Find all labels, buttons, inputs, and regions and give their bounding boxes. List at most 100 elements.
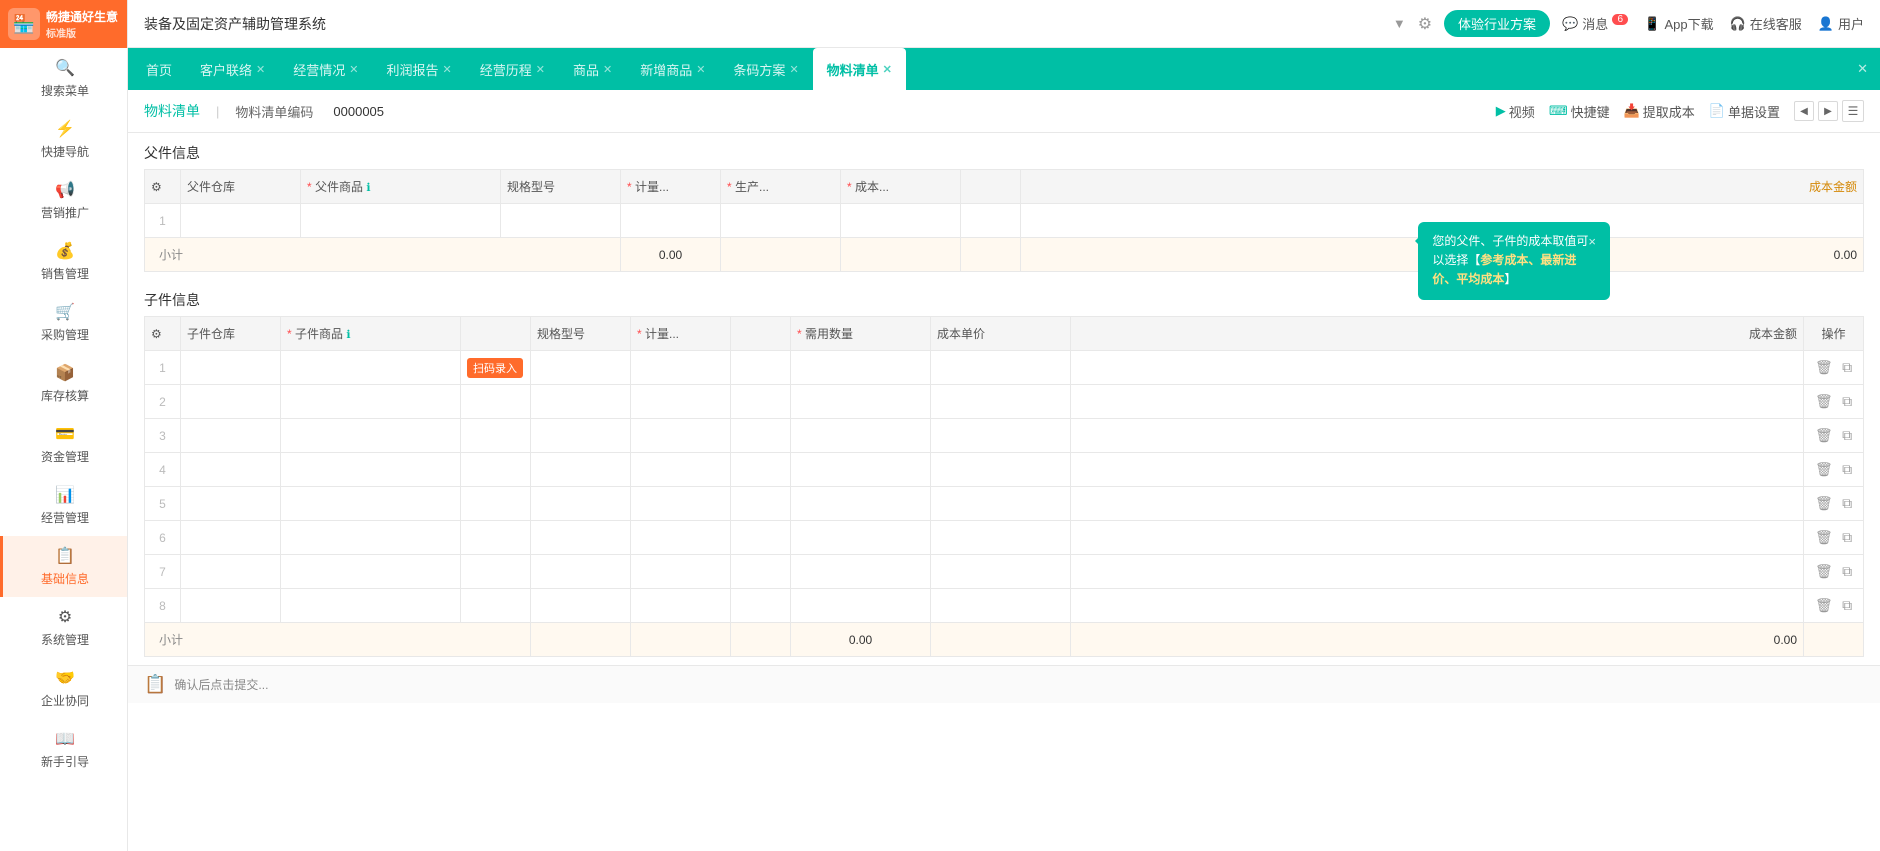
child-warehouse-3[interactable]	[181, 419, 281, 453]
child-unit-1[interactable]	[631, 351, 731, 385]
tab-6[interactable]: 新增商品 ✕	[626, 48, 719, 90]
child-extra-5[interactable]	[731, 487, 791, 521]
child-unitprice-8[interactable]	[931, 589, 1071, 623]
tab-0[interactable]: 首页	[132, 48, 186, 90]
sidebar-item-sales[interactable]: 💰销售管理	[0, 231, 127, 292]
tab-8[interactable]: 物料清单 ✕	[813, 48, 906, 90]
sidebar-item-finance[interactable]: 💳资金管理	[0, 414, 127, 475]
child-unitprice-6[interactable]	[931, 521, 1071, 555]
child-unit-5[interactable]	[631, 487, 731, 521]
parent-warehouse-1[interactable]	[181, 204, 301, 238]
child-spec-5[interactable]	[531, 487, 631, 521]
child-copy-btn-3[interactable]: ⧉	[1839, 425, 1855, 446]
tab-close-2[interactable]: ✕	[349, 63, 358, 76]
tab-close-3[interactable]: ✕	[443, 63, 452, 76]
breadcrumb-link[interactable]: 物料清单	[144, 101, 200, 121]
sidebar-item-search[interactable]: 🔍搜索菜单	[0, 48, 127, 109]
child-product-6[interactable]	[281, 521, 461, 555]
tab-4[interactable]: 经营历程 ✕	[466, 48, 559, 90]
child-warehouse-4[interactable]	[181, 453, 281, 487]
child-unit-4[interactable]	[631, 453, 731, 487]
parent-unit-1[interactable]	[621, 204, 721, 238]
child-quantity-8[interactable]	[791, 589, 931, 623]
child-spec-3[interactable]	[531, 419, 631, 453]
child-unit-8[interactable]	[631, 589, 731, 623]
app-download-action[interactable]: 📱 App下载	[1644, 14, 1713, 33]
child-unit-6[interactable]	[631, 521, 731, 555]
child-product-3[interactable]	[281, 419, 461, 453]
child-spec-8[interactable]	[531, 589, 631, 623]
tab-3[interactable]: 利润报告 ✕	[372, 48, 465, 90]
child-quantity-5[interactable]	[791, 487, 931, 521]
parent-produce-1[interactable]	[721, 204, 841, 238]
child-unitprice-1[interactable]	[931, 351, 1071, 385]
child-warehouse-1[interactable]	[181, 351, 281, 385]
tab-1[interactable]: 客户联络 ✕	[186, 48, 279, 90]
extract-cost-action[interactable]: 📥 提取成本	[1624, 102, 1695, 121]
child-product-4[interactable]	[281, 453, 461, 487]
tab-close-8[interactable]: ✕	[883, 63, 892, 76]
parent-product-1[interactable]	[301, 204, 501, 238]
child-copy-btn-5[interactable]: ⧉	[1839, 493, 1855, 514]
sidebar-item-system[interactable]: ⚙系统管理	[0, 597, 127, 658]
child-extra-1[interactable]	[731, 351, 791, 385]
single-settings-action[interactable]: 📄 单据设置	[1709, 102, 1780, 121]
child-unitprice-2[interactable]	[931, 385, 1071, 419]
child-delete-btn-2[interactable]: 🗑	[1812, 391, 1836, 412]
sidebar-item-inventory[interactable]: 📦库存核算	[0, 353, 127, 414]
child-unitprice-7[interactable]	[931, 555, 1071, 589]
message-action[interactable]: 💬 消息 6	[1562, 14, 1628, 33]
child-product-7[interactable]	[281, 555, 461, 589]
parent-spec-1[interactable]	[501, 204, 621, 238]
child-quantity-6[interactable]	[791, 521, 931, 555]
child-spec-2[interactable]	[531, 385, 631, 419]
child-delete-btn-6[interactable]: 🗑	[1812, 527, 1836, 548]
tab-5[interactable]: 商品 ✕	[559, 48, 626, 90]
tab-close-1[interactable]: ✕	[256, 63, 265, 76]
child-warehouse-7[interactable]	[181, 555, 281, 589]
child-unitprice-3[interactable]	[931, 419, 1071, 453]
nav-prev-btn[interactable]: ◀	[1794, 101, 1814, 121]
nav-next-btn[interactable]: ▶	[1818, 101, 1838, 121]
child-unit-2[interactable]	[631, 385, 731, 419]
child-extra-7[interactable]	[731, 555, 791, 589]
online-service-action[interactable]: 🎧 在线客服	[1730, 14, 1802, 33]
child-copy-btn-7[interactable]: ⧉	[1839, 561, 1855, 582]
tab-close-4[interactable]: ✕	[536, 63, 545, 76]
sidebar-item-enterprise[interactable]: 🤝企业协同	[0, 658, 127, 719]
menu-icon-btn[interactable]: ☰	[1842, 100, 1864, 122]
child-warehouse-8[interactable]	[181, 589, 281, 623]
child-warehouse-5[interactable]	[181, 487, 281, 521]
child-delete-btn-4[interactable]: 🗑	[1812, 459, 1836, 480]
parent-extra-1[interactable]	[961, 204, 1021, 238]
child-quantity-7[interactable]	[791, 555, 931, 589]
settings-icon[interactable]: ⚙	[1418, 14, 1432, 34]
sidebar-item-guide[interactable]: 📖新手引导	[0, 719, 127, 780]
child-spec-1[interactable]	[531, 351, 631, 385]
child-unit-7[interactable]	[631, 555, 731, 589]
child-delete-btn-5[interactable]: 🗑	[1812, 493, 1836, 514]
child-copy-btn-2[interactable]: ⧉	[1839, 391, 1855, 412]
child-extra-6[interactable]	[731, 521, 791, 555]
parent-col-settings[interactable]: ⚙	[145, 170, 181, 204]
tab-close-7[interactable]: ✕	[789, 63, 798, 76]
trial-btn[interactable]: 体验行业方案	[1444, 10, 1550, 37]
child-spec-4[interactable]	[531, 453, 631, 487]
shortcut-action[interactable]: ⌨ 快捷键	[1549, 102, 1610, 121]
child-quantity-1[interactable]	[791, 351, 931, 385]
close-all-icon[interactable]: ✕	[1849, 61, 1876, 77]
child-delete-btn-1[interactable]: 🗑	[1812, 357, 1836, 378]
child-unit-3[interactable]	[631, 419, 731, 453]
sidebar-item-marketing[interactable]: 📢营销推广	[0, 170, 127, 231]
scan-input-btn[interactable]: 扫码录入	[467, 358, 523, 378]
child-extra-2[interactable]	[731, 385, 791, 419]
tab-close-6[interactable]: ✕	[696, 63, 705, 76]
child-unitprice-5[interactable]	[931, 487, 1071, 521]
child-extra-8[interactable]	[731, 589, 791, 623]
child-spec-6[interactable]	[531, 521, 631, 555]
child-copy-btn-8[interactable]: ⧉	[1839, 595, 1855, 616]
child-product-2[interactable]	[281, 385, 461, 419]
child-unitprice-4[interactable]	[931, 453, 1071, 487]
child-spec-7[interactable]	[531, 555, 631, 589]
sidebar-item-operation[interactable]: 📊经营管理	[0, 475, 127, 536]
